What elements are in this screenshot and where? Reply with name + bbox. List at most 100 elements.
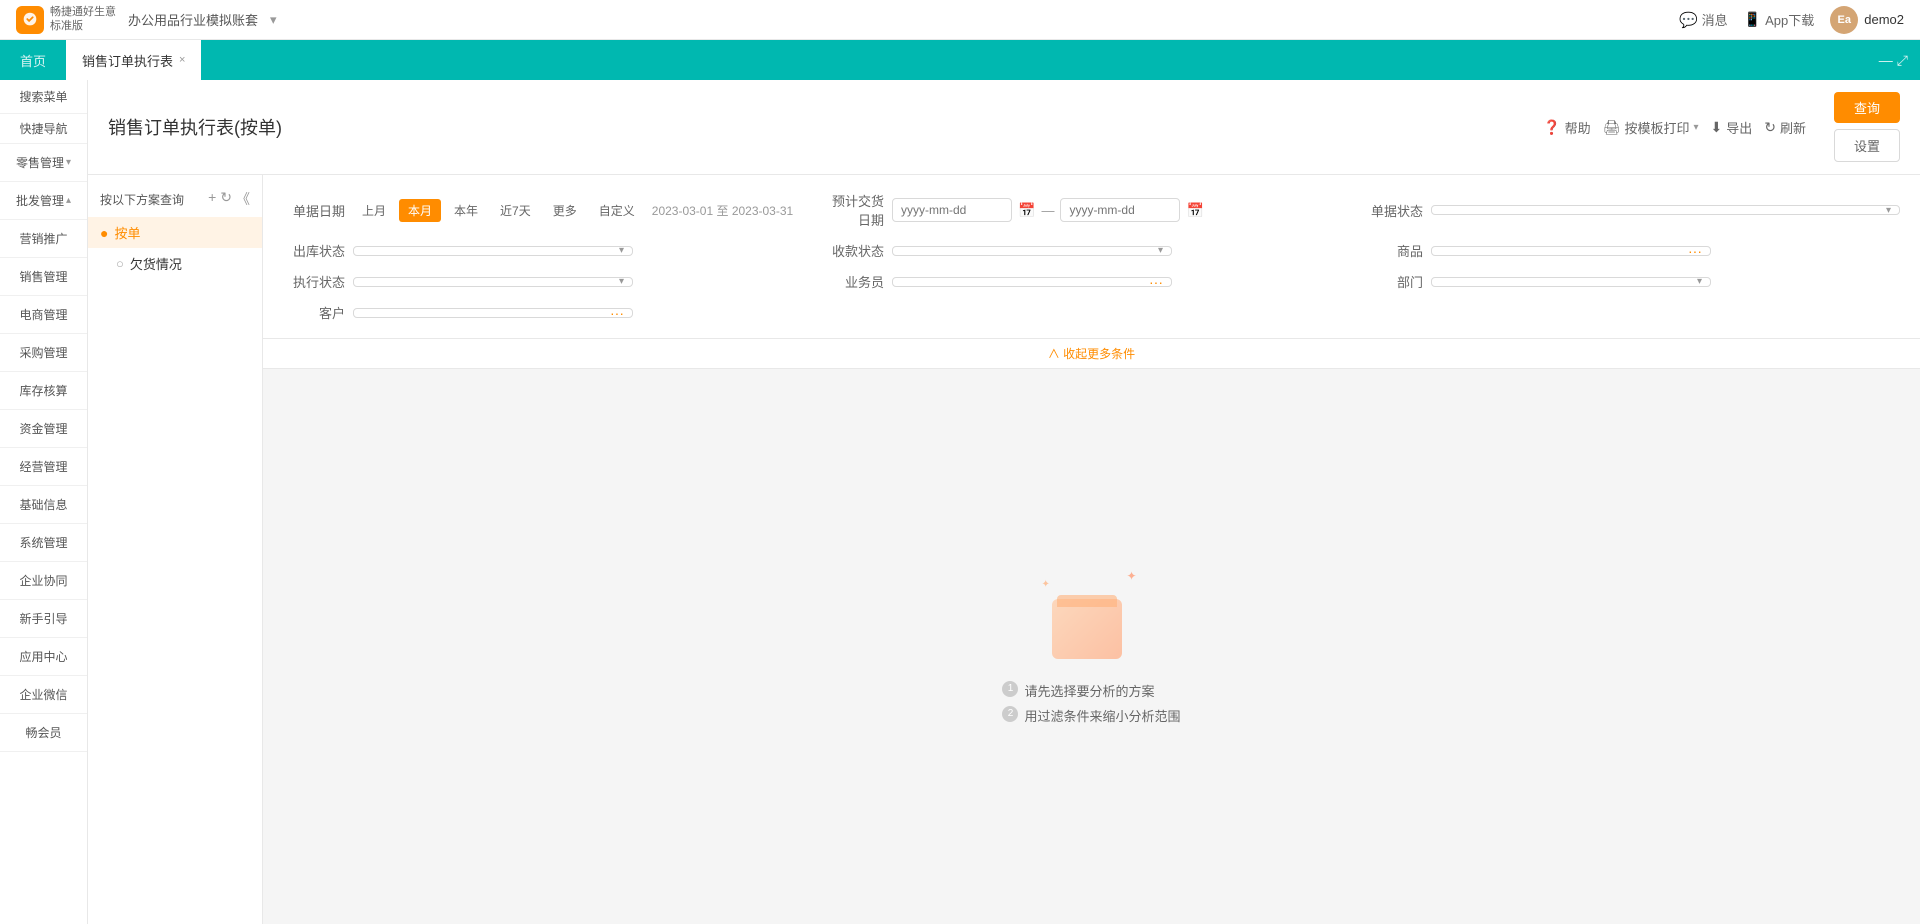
date-tab-custom[interactable]: 自定义 (590, 199, 644, 222)
settings-button[interactable]: 设置 (1834, 129, 1900, 162)
sidebar-item-wechat[interactable]: 企业微信 (0, 676, 87, 714)
sidebar-item-inventory[interactable]: 库存核算 (0, 372, 87, 410)
refresh-icon: ↻ (1764, 119, 1776, 136)
sidebar-item-apps[interactable]: 应用中心 (0, 638, 87, 676)
hint-num-2: 2 (1002, 706, 1018, 722)
logo-line2: 标准版 (50, 20, 116, 33)
export-btn[interactable]: ⬇ 导出 (1710, 118, 1752, 137)
add-scheme-btn[interactable]: + (208, 189, 216, 209)
dept-arrow: ▾ (1697, 276, 1702, 287)
tab-home[interactable]: 首页 (0, 40, 66, 80)
collapse-panel-btn[interactable]: 《 (236, 189, 250, 209)
download-icon: 📱 (1744, 11, 1761, 28)
refresh-scheme-btn[interactable]: ↻ (220, 189, 232, 209)
tab-active[interactable]: 销售订单执行表 × (66, 40, 201, 80)
top-header: 畅捷通好生意 标准版 办公用品行业模拟账套 ▾ 💬 消息 📱 App下载 Ea … (0, 0, 1920, 40)
date-tab-this-month[interactable]: 本月 (399, 199, 441, 222)
cal-icon-start[interactable]: 📅 (1018, 202, 1035, 219)
sidebar-item-wholesale[interactable]: 批发管理 ▴ (0, 182, 87, 220)
sidebar-item-system[interactable]: 系统管理 (0, 524, 87, 562)
filter-row-2: 出库状态 ▾ 收款状态 ▾ (283, 241, 1900, 260)
basic-label: 基础信息 (19, 496, 67, 513)
purchase-label: 采购管理 (19, 344, 67, 361)
content-area: 销售订单执行表(按单) ❓ 帮助 🖨 按模板打印 ▾ ⬇ 导出 (88, 80, 1920, 924)
inventory-label: 库存核算 (19, 382, 67, 399)
sidebar-quick-nav[interactable]: 快捷导航 (0, 114, 87, 144)
finance-label: 资金管理 (19, 420, 67, 437)
hint-text-1: 请先选择要分析的方案 (1024, 681, 1154, 700)
tab-close-icon[interactable]: × (179, 54, 185, 66)
out-status-select[interactable]: ▾ (353, 246, 633, 256)
action-buttons: 查询 设置 (1834, 92, 1900, 162)
user-area[interactable]: Ea demo2 (1830, 6, 1904, 34)
minimize-btn[interactable]: — (1879, 52, 1893, 68)
filter-panel: 单据日期 上月 本月 本年 近7天 更多 自定义 2023-03-01 至 20… (263, 175, 1920, 339)
sidebar-item-marketing[interactable]: 营销推广 (0, 220, 87, 258)
expected-date-filter-group: 预计交货日期 📅 — 📅 (822, 191, 1361, 229)
sidebar-item-sales[interactable]: 销售管理 (0, 258, 87, 296)
customer-select[interactable]: ··· (353, 308, 633, 318)
print-label: 按模板打印 (1624, 118, 1689, 137)
logo-icon (16, 6, 44, 34)
collapse-icon: ∧ (1048, 347, 1060, 361)
message-label: 消息 (1702, 10, 1728, 29)
sidebar-item-retail[interactable]: 零售管理 ▾ (0, 144, 87, 182)
customer-group: 客户 ··· (283, 303, 1900, 322)
sidebar-item-corp[interactable]: 企业协同 (0, 562, 87, 600)
maximize-btn[interactable]: ⤢ (1897, 52, 1908, 69)
avatar-placeholder: Ea (1838, 14, 1851, 26)
sidebar-item-purchase[interactable]: 采购管理 (0, 334, 87, 372)
sidebar-item-ops[interactable]: 经营管理 (0, 448, 87, 486)
help-label: 帮助 (1565, 118, 1591, 137)
refresh-btn[interactable]: ↻ 刷新 (1764, 118, 1806, 137)
filter-row-3: 执行状态 ▾ 业务员 ··· (283, 272, 1900, 291)
empty-hint-2: 2 用过滤条件来缩小分析范围 (1002, 706, 1180, 725)
date-tab-last-month[interactable]: 上月 (353, 199, 395, 222)
left-panel-item-press[interactable]: ● 按单 (88, 217, 262, 248)
sidebar-item-member[interactable]: 畅会员 (0, 714, 87, 752)
exec-status-select[interactable]: ▾ (353, 277, 633, 287)
tab-spacer (201, 40, 1866, 80)
app-dropdown-arrow[interactable]: ▾ (270, 12, 277, 28)
query-button[interactable]: 查询 (1834, 92, 1900, 123)
salesperson-select[interactable]: ··· (892, 277, 1172, 287)
date-tab-7days[interactable]: 近7天 (491, 199, 540, 222)
expected-date-inputs: 📅 — 📅 (892, 198, 1204, 222)
sidebar-item-guide[interactable]: 新手引导 (0, 600, 87, 638)
press-icon: ● (100, 225, 108, 241)
app-download-action[interactable]: 📱 App下载 (1744, 10, 1815, 29)
help-btn[interactable]: ❓ 帮助 (1543, 118, 1590, 137)
empty-image: ✦ ✦ (1042, 569, 1142, 669)
sidebar-item-finance[interactable]: 资金管理 (0, 410, 87, 448)
date-filter-group: 单据日期 上月 本月 本年 近7天 更多 自定义 2023-03-01 至 20… (283, 199, 822, 222)
sidebar-retail-label: 零售管理 (16, 154, 64, 171)
page-header: 销售订单执行表(按单) ❓ 帮助 🖨 按模板打印 ▾ ⬇ 导出 (88, 80, 1920, 175)
goods-group: 商品 ··· (1361, 241, 1900, 260)
expected-date-end[interactable] (1060, 198, 1180, 222)
sidebar-item-basic[interactable]: 基础信息 (0, 486, 87, 524)
goods-select[interactable]: ··· (1431, 246, 1711, 256)
empty-box-lid (1057, 595, 1117, 607)
date-dash: — (1041, 203, 1054, 218)
status-select[interactable]: ▾ (1431, 205, 1900, 215)
recv-status-select[interactable]: ▾ (892, 246, 1172, 256)
wholesale-arrow-icon: ▴ (66, 195, 71, 206)
sidebar-search[interactable]: 搜索菜单 (0, 80, 87, 114)
collapse-row[interactable]: ∧ 收起更多条件 (263, 339, 1920, 369)
date-range-text: 2023-03-01 至 2023-03-31 (652, 202, 793, 219)
left-panel-item-debt[interactable]: ○ 欠货情况 (88, 248, 262, 279)
message-action[interactable]: 💬 消息 (1679, 10, 1728, 29)
salesperson-label: 业务员 (822, 272, 892, 291)
date-tab-more[interactable]: 更多 (544, 199, 586, 222)
page-title: 销售订单执行表(按单) (108, 114, 282, 140)
filter-area: 单据日期 上月 本月 本年 近7天 更多 自定义 2023-03-01 至 20… (263, 175, 1920, 924)
debt-icon: ○ (116, 256, 124, 271)
print-btn[interactable]: 🖨 按模板打印 ▾ (1603, 118, 1699, 137)
page-title-row: 销售订单执行表(按单) ❓ 帮助 🖨 按模板打印 ▾ ⬇ 导出 (108, 92, 1900, 162)
sidebar-item-ecommerce[interactable]: 电商管理 (0, 296, 87, 334)
dept-select[interactable]: ▾ (1431, 277, 1711, 287)
cal-icon-end[interactable]: 📅 (1186, 202, 1203, 219)
expected-date-start[interactable] (892, 198, 1012, 222)
date-tab-this-year[interactable]: 本年 (445, 199, 487, 222)
window-controls: — ⤢ (1867, 40, 1920, 80)
